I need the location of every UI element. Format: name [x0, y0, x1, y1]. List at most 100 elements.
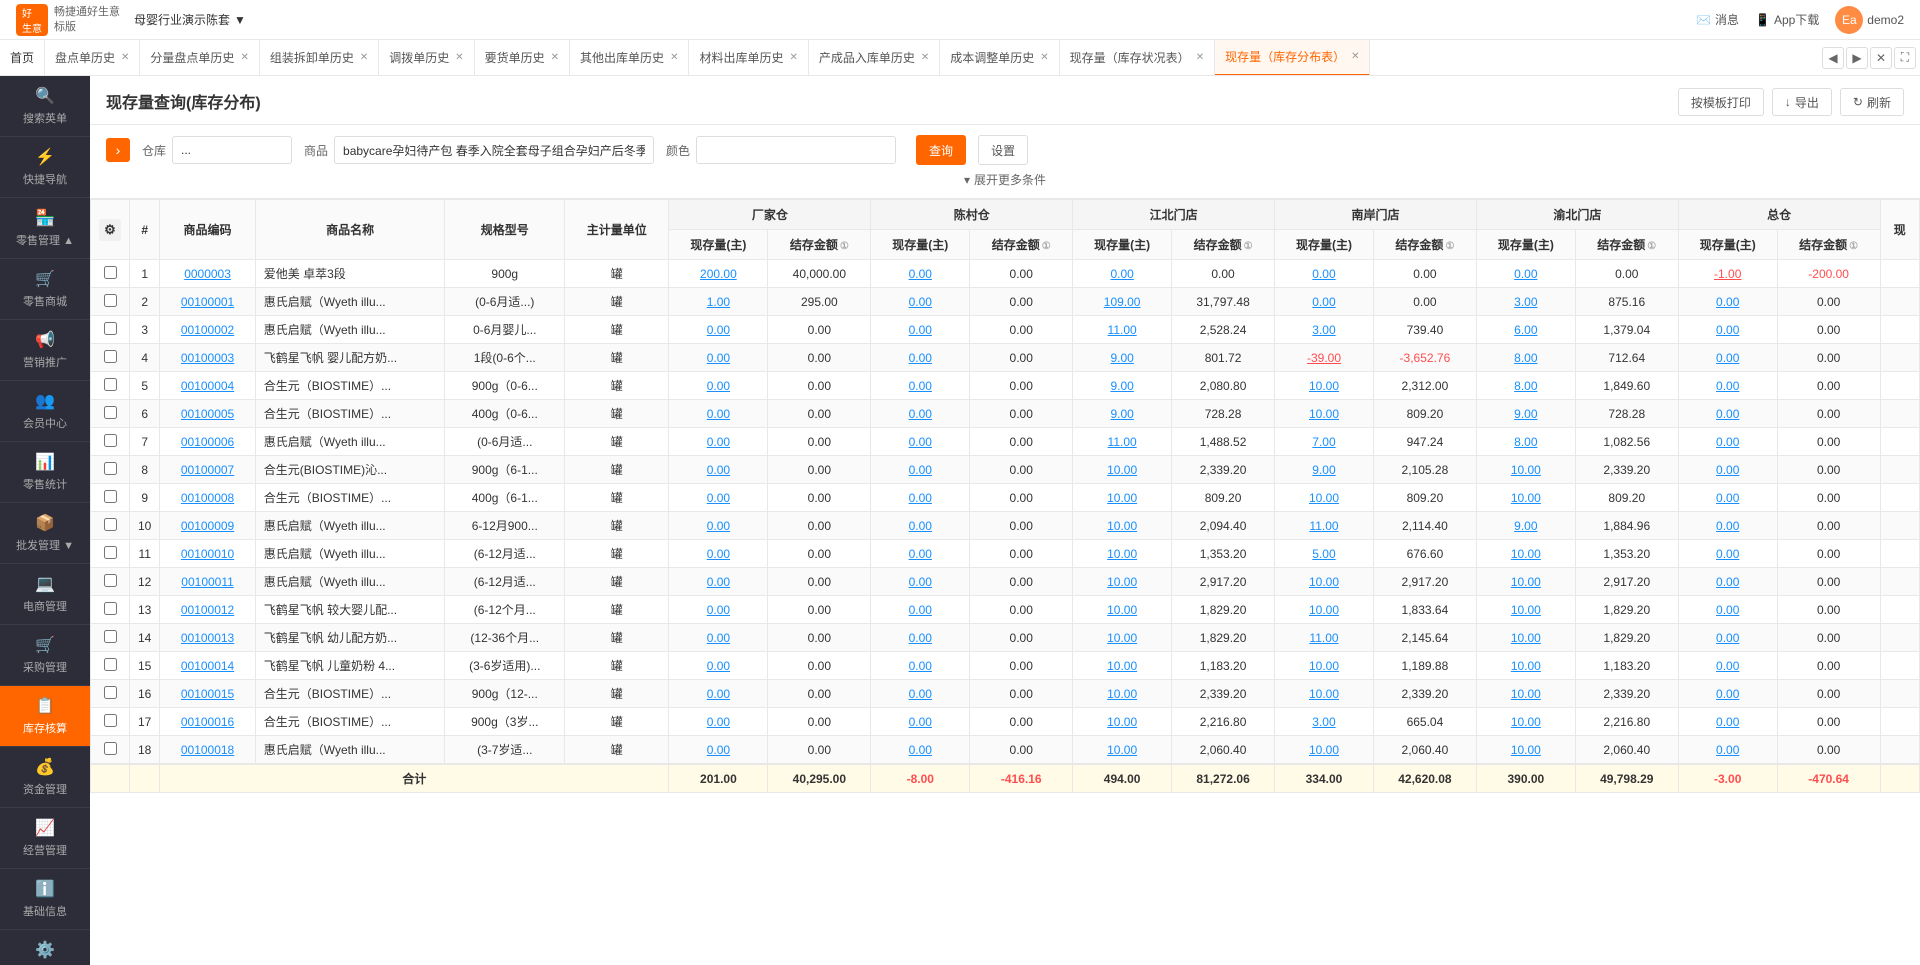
row-code[interactable]: 00100014	[160, 652, 255, 680]
row-c3-qty[interactable]: 0.00	[1073, 260, 1172, 288]
row-code[interactable]: 00100003	[160, 344, 255, 372]
row-t-qty[interactable]: -1.00	[1678, 260, 1777, 288]
row-code[interactable]: 00100010	[160, 540, 255, 568]
row-t-qty[interactable]: 0.00	[1678, 372, 1777, 400]
info-icon-5[interactable]: ①	[1647, 241, 1656, 252]
row-c4-qty[interactable]: 11.00	[1275, 624, 1374, 652]
print-btn[interactable]: 按模板打印	[1678, 88, 1764, 116]
row-c1-qty[interactable]: 0.00	[669, 428, 768, 456]
row-c4-qty[interactable]: 10.00	[1275, 400, 1374, 428]
tab-fullscreen-btn[interactable]: ⛶	[1894, 47, 1916, 69]
row-c3-qty[interactable]: 10.00	[1073, 680, 1172, 708]
row-c3-qty[interactable]: 10.00	[1073, 456, 1172, 484]
close-icon[interactable]: ✕	[551, 52, 559, 63]
row-c4-qty[interactable]: 10.00	[1275, 652, 1374, 680]
row-c1-qty[interactable]: 0.00	[669, 372, 768, 400]
row-t-qty[interactable]: 0.00	[1678, 568, 1777, 596]
sidebar-item-wholesale[interactable]: 📦 批发管理 ▼	[0, 503, 90, 564]
row-c2-qty[interactable]: 0.00	[871, 652, 970, 680]
tab-kucun-status[interactable]: 现存量（库存状况表）✕	[1060, 40, 1215, 76]
user-area[interactable]: Ea demo2	[1835, 6, 1904, 34]
row-c1-qty[interactable]: 0.00	[669, 708, 768, 736]
row-code[interactable]: 00100005	[160, 400, 255, 428]
close-icon[interactable]: ✕	[360, 52, 368, 63]
row-t-qty[interactable]: 0.00	[1678, 596, 1777, 624]
tab-home[interactable]: 首页	[0, 40, 45, 76]
row-c4-qty[interactable]: 10.00	[1275, 568, 1374, 596]
row-t-qty[interactable]: 0.00	[1678, 540, 1777, 568]
row-c1-qty[interactable]: 0.00	[669, 680, 768, 708]
sidebar-item-purchase[interactable]: 🛒 采购管理	[0, 625, 90, 686]
tab-chengpin[interactable]: 产成品入库单历史 ✕	[809, 40, 940, 76]
warehouse-input[interactable]	[172, 136, 292, 164]
export-btn[interactable]: ↓ 导出	[1772, 88, 1832, 116]
row-c5-qty[interactable]: 0.00	[1476, 260, 1575, 288]
company-selector[interactable]: 母婴行业演示陈套 ▼	[134, 11, 246, 28]
row-c2-qty[interactable]: 0.00	[871, 624, 970, 652]
row-code[interactable]: 00100018	[160, 736, 255, 765]
row-code[interactable]: 0000003	[160, 260, 255, 288]
row-c4-qty[interactable]: 10.00	[1275, 484, 1374, 512]
row-c5-qty[interactable]: 10.00	[1476, 708, 1575, 736]
row-code[interactable]: 00100015	[160, 680, 255, 708]
row-c4-qty[interactable]: 0.00	[1275, 288, 1374, 316]
row-code[interactable]: 00100006	[160, 428, 255, 456]
row-check[interactable]	[91, 456, 130, 484]
row-c5-qty[interactable]: 10.00	[1476, 680, 1575, 708]
product-input[interactable]	[334, 136, 654, 164]
row-c3-qty[interactable]: 9.00	[1073, 344, 1172, 372]
settings-btn[interactable]: 设置	[978, 135, 1028, 165]
filter-expand-btn[interactable]: ›	[106, 138, 130, 162]
row-c3-qty[interactable]: 10.00	[1073, 708, 1172, 736]
row-c1-qty[interactable]: 0.00	[669, 344, 768, 372]
row-code[interactable]: 00100011	[160, 568, 255, 596]
row-c1-qty[interactable]: 0.00	[669, 596, 768, 624]
row-code[interactable]: 00100012	[160, 596, 255, 624]
row-t-qty[interactable]: 0.00	[1678, 484, 1777, 512]
row-c3-qty[interactable]: 10.00	[1073, 652, 1172, 680]
row-c4-qty[interactable]: -39.00	[1275, 344, 1374, 372]
row-c2-qty[interactable]: 0.00	[871, 568, 970, 596]
row-c5-qty[interactable]: 8.00	[1476, 344, 1575, 372]
tab-close-btn[interactable]: ✕	[1870, 47, 1892, 69]
tab-qita[interactable]: 其他出库单历史 ✕	[570, 40, 689, 76]
row-c3-qty[interactable]: 10.00	[1073, 484, 1172, 512]
row-check[interactable]	[91, 596, 130, 624]
row-c3-qty[interactable]: 10.00	[1073, 596, 1172, 624]
row-c2-qty[interactable]: 0.00	[871, 708, 970, 736]
row-check[interactable]	[91, 512, 130, 540]
row-c2-qty[interactable]: 0.00	[871, 456, 970, 484]
row-check[interactable]	[91, 568, 130, 596]
sidebar-item-basic[interactable]: ℹ️ 基础信息	[0, 869, 90, 930]
row-c1-qty[interactable]: 0.00	[669, 456, 768, 484]
close-icon[interactable]: ✕	[921, 52, 929, 63]
tab-chengben[interactable]: 成本调整单历史 ✕	[940, 40, 1059, 76]
row-c3-qty[interactable]: 11.00	[1073, 316, 1172, 344]
info-icon-6[interactable]: ①	[1849, 241, 1858, 252]
row-c2-qty[interactable]: 0.00	[871, 260, 970, 288]
row-c4-qty[interactable]: 3.00	[1275, 708, 1374, 736]
row-t-qty[interactable]: 0.00	[1678, 428, 1777, 456]
tab-zuzhuang[interactable]: 组装拆卸单历史 ✕	[260, 40, 379, 76]
row-c2-qty[interactable]: 0.00	[871, 344, 970, 372]
row-t-qty[interactable]: 0.00	[1678, 624, 1777, 652]
row-c4-qty[interactable]: 10.00	[1275, 736, 1374, 765]
row-check[interactable]	[91, 540, 130, 568]
sidebar-item-marketing[interactable]: 📢 营销推广	[0, 320, 90, 381]
row-c3-qty[interactable]: 10.00	[1073, 736, 1172, 765]
row-c3-qty[interactable]: 11.00	[1073, 428, 1172, 456]
row-c3-qty[interactable]: 109.00	[1073, 288, 1172, 316]
refresh-btn[interactable]: ↻ 刷新	[1840, 88, 1904, 116]
row-c3-qty[interactable]: 10.00	[1073, 568, 1172, 596]
row-c5-qty[interactable]: 10.00	[1476, 624, 1575, 652]
gear-settings-icon[interactable]: ⚙	[99, 219, 121, 241]
sidebar-item-retail-store[interactable]: 🛒 零售商城	[0, 259, 90, 320]
sidebar-item-member[interactable]: 👥 会员中心	[0, 381, 90, 442]
row-check[interactable]	[91, 344, 130, 372]
row-t-qty[interactable]: 0.00	[1678, 316, 1777, 344]
row-check[interactable]	[91, 708, 130, 736]
row-c5-qty[interactable]: 10.00	[1476, 540, 1575, 568]
row-c3-qty[interactable]: 9.00	[1073, 400, 1172, 428]
row-c5-qty[interactable]: 10.00	[1476, 568, 1575, 596]
row-code[interactable]: 00100009	[160, 512, 255, 540]
